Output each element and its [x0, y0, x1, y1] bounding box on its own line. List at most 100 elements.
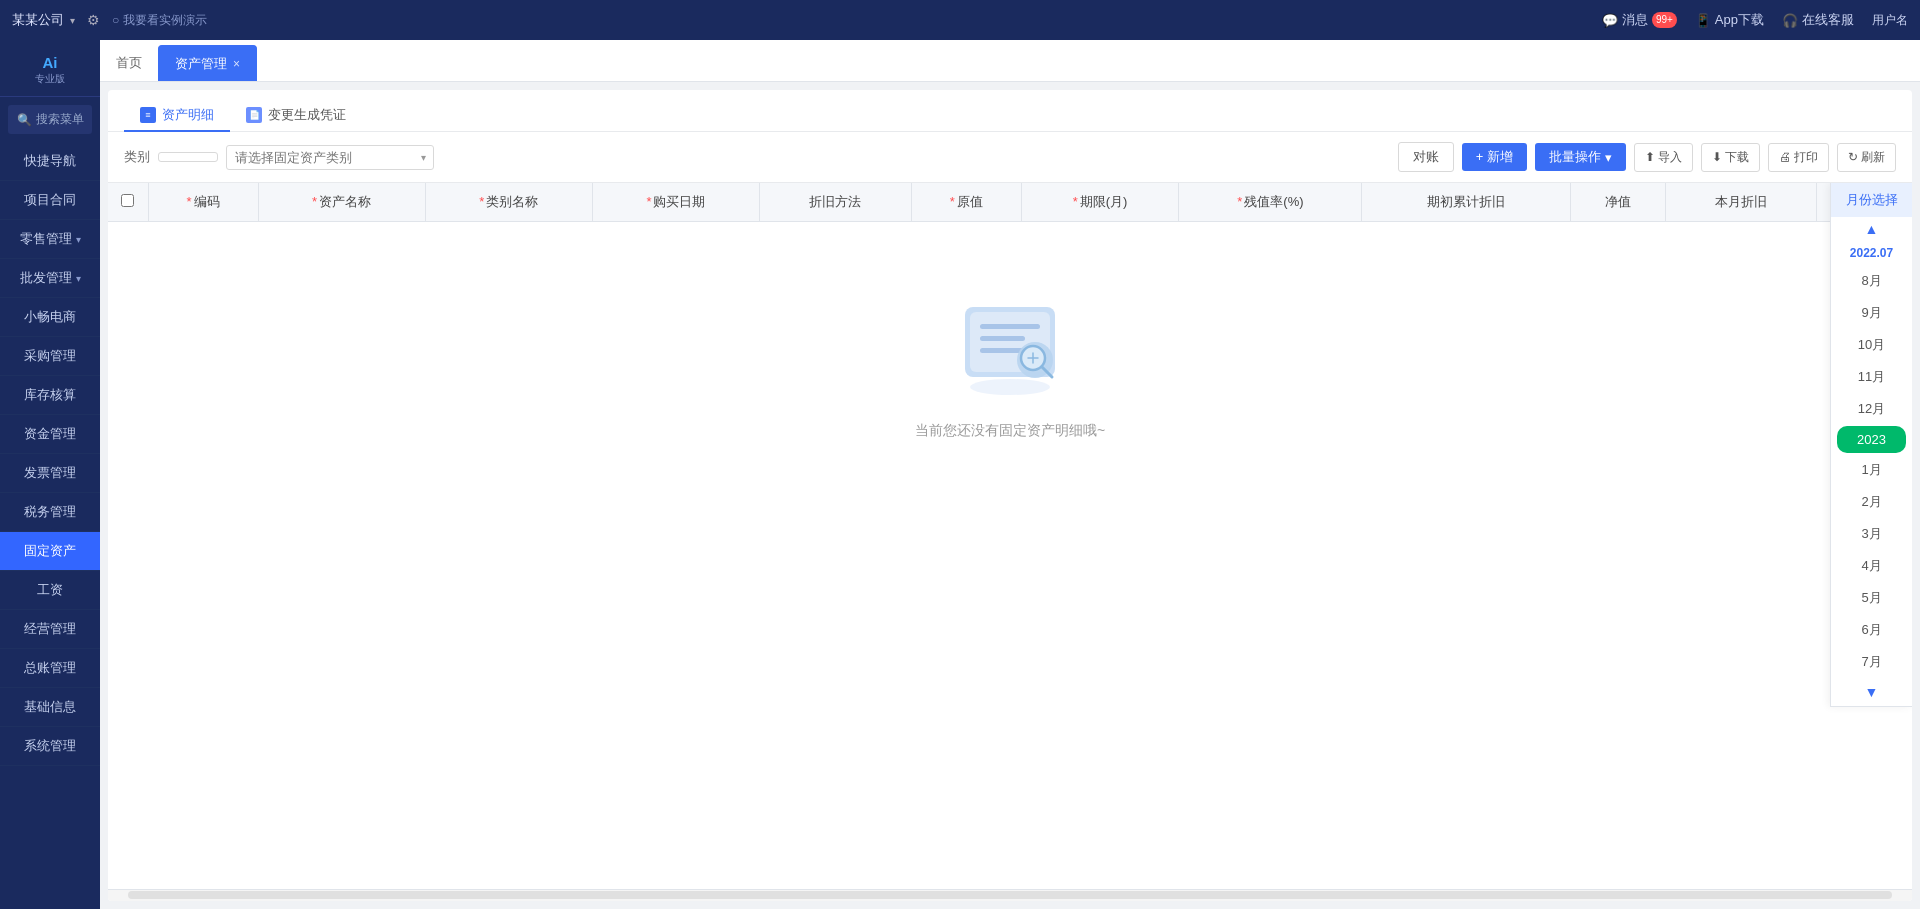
refresh-button[interactable]: ↻ 刷新	[1837, 143, 1896, 172]
download-icon: ⬇	[1712, 150, 1722, 164]
sidebar-item-nav-label: 快捷导航	[24, 152, 76, 170]
sidebar-item-ecommerce[interactable]: 小畅电商	[0, 298, 100, 337]
online-service-button[interactable]: 🎧 在线客服	[1782, 11, 1854, 29]
sidebar-search-area: 🔍 搜索菜单	[0, 97, 100, 142]
messages-button[interactable]: 💬 消息 99+	[1602, 11, 1677, 29]
month-item-8[interactable]: 8月	[1837, 266, 1906, 296]
month-picker-header: 月份选择	[1831, 183, 1912, 217]
sub-tab-change-voucher[interactable]: 📄 变更生成凭证	[230, 100, 362, 132]
month-item-2023[interactable]: 2023	[1837, 426, 1906, 453]
refresh-icon: ↻	[1848, 150, 1858, 164]
empty-illustration	[940, 282, 1080, 402]
empty-text: 当前您还没有固定资产明细哦~	[915, 422, 1105, 440]
sidebar-item-invoice-mgmt[interactable]: 发票管理	[0, 454, 100, 493]
expand-icon: ▾	[76, 273, 81, 284]
th-monthly-depreciation: 本月折旧	[1665, 183, 1817, 222]
company-selector[interactable]: 某某公司 ▾	[12, 11, 75, 29]
sidebar-item-capital-mgmt[interactable]: 资金管理	[0, 415, 100, 454]
th-accumulated-depreciation: 期初累计折旧	[1362, 183, 1571, 222]
sidebar-item-retail-mgmt[interactable]: 零售管理 ▾	[0, 220, 100, 259]
sub-tab-label: 资产明细	[162, 106, 214, 124]
month-item-current-label[interactable]: 2022.07	[1837, 242, 1906, 264]
batch-label: 批量操作	[1549, 148, 1601, 166]
horizontal-scrollbar[interactable]	[128, 891, 1892, 899]
month-item-12[interactable]: 12月	[1837, 394, 1906, 424]
tab-close-button[interactable]: ×	[233, 57, 240, 71]
tab-home-label: 首页	[116, 54, 142, 72]
sidebar-item-basic-info[interactable]: 基础信息	[0, 688, 100, 727]
category-select[interactable]	[158, 152, 218, 162]
sidebar: Ai 专业版 🔍 搜索菜单 快捷导航 项目合同 零售管理 ▾ 批发管理 ▾ 小畅…	[0, 40, 100, 909]
filter-label: 类别	[124, 148, 150, 166]
svg-point-0	[970, 379, 1050, 395]
month-item-3[interactable]: 3月	[1837, 519, 1906, 549]
month-item-5[interactable]: 5月	[1837, 583, 1906, 613]
sidebar-item-salary[interactable]: 工资	[0, 571, 100, 610]
sidebar-item-purchase-mgmt[interactable]: 采购管理	[0, 337, 100, 376]
tab-asset-management[interactable]: 资产管理 ×	[158, 45, 257, 81]
input-arrow-icon: ▾	[421, 152, 426, 163]
select-all-checkbox[interactable]	[121, 194, 134, 207]
print-button[interactable]: 🖨 打印	[1768, 143, 1829, 172]
sidebar-item-label: 基础信息	[24, 698, 76, 716]
month-item-2[interactable]: 2月	[1837, 487, 1906, 517]
month-item-10[interactable]: 10月	[1837, 330, 1906, 360]
sidebar-item-label: 税务管理	[24, 503, 76, 521]
sidebar-item-operations-mgmt[interactable]: 经营管理	[0, 610, 100, 649]
sidebar-item-tax-mgmt[interactable]: 税务管理	[0, 493, 100, 532]
month-picker-nav-up: ▲	[1831, 217, 1912, 241]
tab-home[interactable]: 首页	[100, 45, 158, 81]
asset-category-input[interactable]	[226, 145, 434, 170]
app-icon: 📱	[1695, 13, 1711, 28]
sidebar-item-inventory[interactable]: 库存核算	[0, 376, 100, 415]
sidebar-item-label: 经营管理	[24, 620, 76, 638]
message-icon: 💬	[1602, 13, 1618, 28]
user-name[interactable]: 用户名	[1872, 12, 1908, 29]
th-residual-rate: *残值率(%)	[1179, 183, 1362, 222]
settings-icon[interactable]: ⚙	[87, 12, 100, 28]
month-item-9[interactable]: 9月	[1837, 298, 1906, 328]
month-item-6[interactable]: 6月	[1837, 615, 1906, 645]
month-item-11[interactable]: 11月	[1837, 362, 1906, 392]
sidebar-item-fixed-assets[interactable]: 固定资产	[0, 532, 100, 571]
sidebar-item-system-mgmt[interactable]: 系统管理	[0, 727, 100, 766]
import-button[interactable]: ⬆ 导入	[1634, 143, 1693, 172]
sidebar-item-label: 零售管理	[20, 230, 72, 248]
sidebar-item-label: 总账管理	[24, 659, 76, 677]
download-button[interactable]: ⬇ 下载	[1701, 143, 1760, 172]
duizhang-button[interactable]: 对账	[1398, 142, 1454, 172]
sidebar-item-label: 资金管理	[24, 425, 76, 443]
app-download-button[interactable]: 📱 App下载	[1695, 11, 1764, 29]
sidebar-item-nav[interactable]: 快捷导航	[0, 142, 100, 181]
sidebar-item-general-ledger[interactable]: 总账管理	[0, 649, 100, 688]
search-menu-button[interactable]: 🔍 搜索菜单	[8, 105, 92, 134]
th-name: *资产名称	[258, 183, 425, 222]
add-button[interactable]: + 新增	[1462, 143, 1527, 171]
top-bar-right: 💬 消息 99+ 📱 App下载 🎧 在线客服 用户名	[1602, 11, 1908, 29]
main-layout: Ai 专业版 🔍 搜索菜单 快捷导航 项目合同 零售管理 ▾ 批发管理 ▾ 小畅…	[0, 40, 1920, 909]
download-label: 下载	[1725, 149, 1749, 166]
month-picker-panel: 月份选择 ▲ 2022.07 8月 9月 10月 11月 12月	[1830, 183, 1912, 707]
month-item-7[interactable]: 7月	[1837, 647, 1906, 677]
import-label: 导入	[1658, 149, 1682, 166]
month-item-4[interactable]: 4月	[1837, 551, 1906, 581]
month-prev-button[interactable]: ▲	[1865, 221, 1879, 237]
messages-label: 消息	[1622, 11, 1648, 29]
sub-tab-asset-detail[interactable]: ≡ 资产明细	[124, 100, 230, 132]
month-list: 2022.07 8月 9月 10月 11月 12月 2023 1月 2月 3月 …	[1831, 241, 1912, 678]
top-bar: 某某公司 ▾ ⚙ 我要看实例演示 💬 消息 99+ 📱 App下载 🎧 在线客服…	[0, 0, 1920, 40]
batch-operation-button[interactable]: 批量操作 ▾	[1535, 143, 1626, 171]
sidebar-item-project-contract[interactable]: 项目合同	[0, 181, 100, 220]
list-icon: ≡	[140, 107, 156, 123]
month-item-1[interactable]: 1月	[1837, 455, 1906, 485]
logo-text: Ai	[8, 54, 92, 72]
tab-bar: 首页 资产管理 ×	[100, 40, 1920, 82]
sidebar-item-wholesale-mgmt[interactable]: 批发管理 ▾	[0, 259, 100, 298]
search-icon: 🔍	[17, 113, 32, 127]
svg-rect-3	[980, 324, 1040, 329]
demo-link[interactable]: 我要看实例演示	[112, 12, 207, 29]
th-net-value: 净值	[1571, 183, 1666, 222]
print-icon: 🖨	[1779, 150, 1791, 164]
month-next-button[interactable]: ▼	[1865, 684, 1879, 700]
expand-icon: ▾	[76, 234, 81, 245]
